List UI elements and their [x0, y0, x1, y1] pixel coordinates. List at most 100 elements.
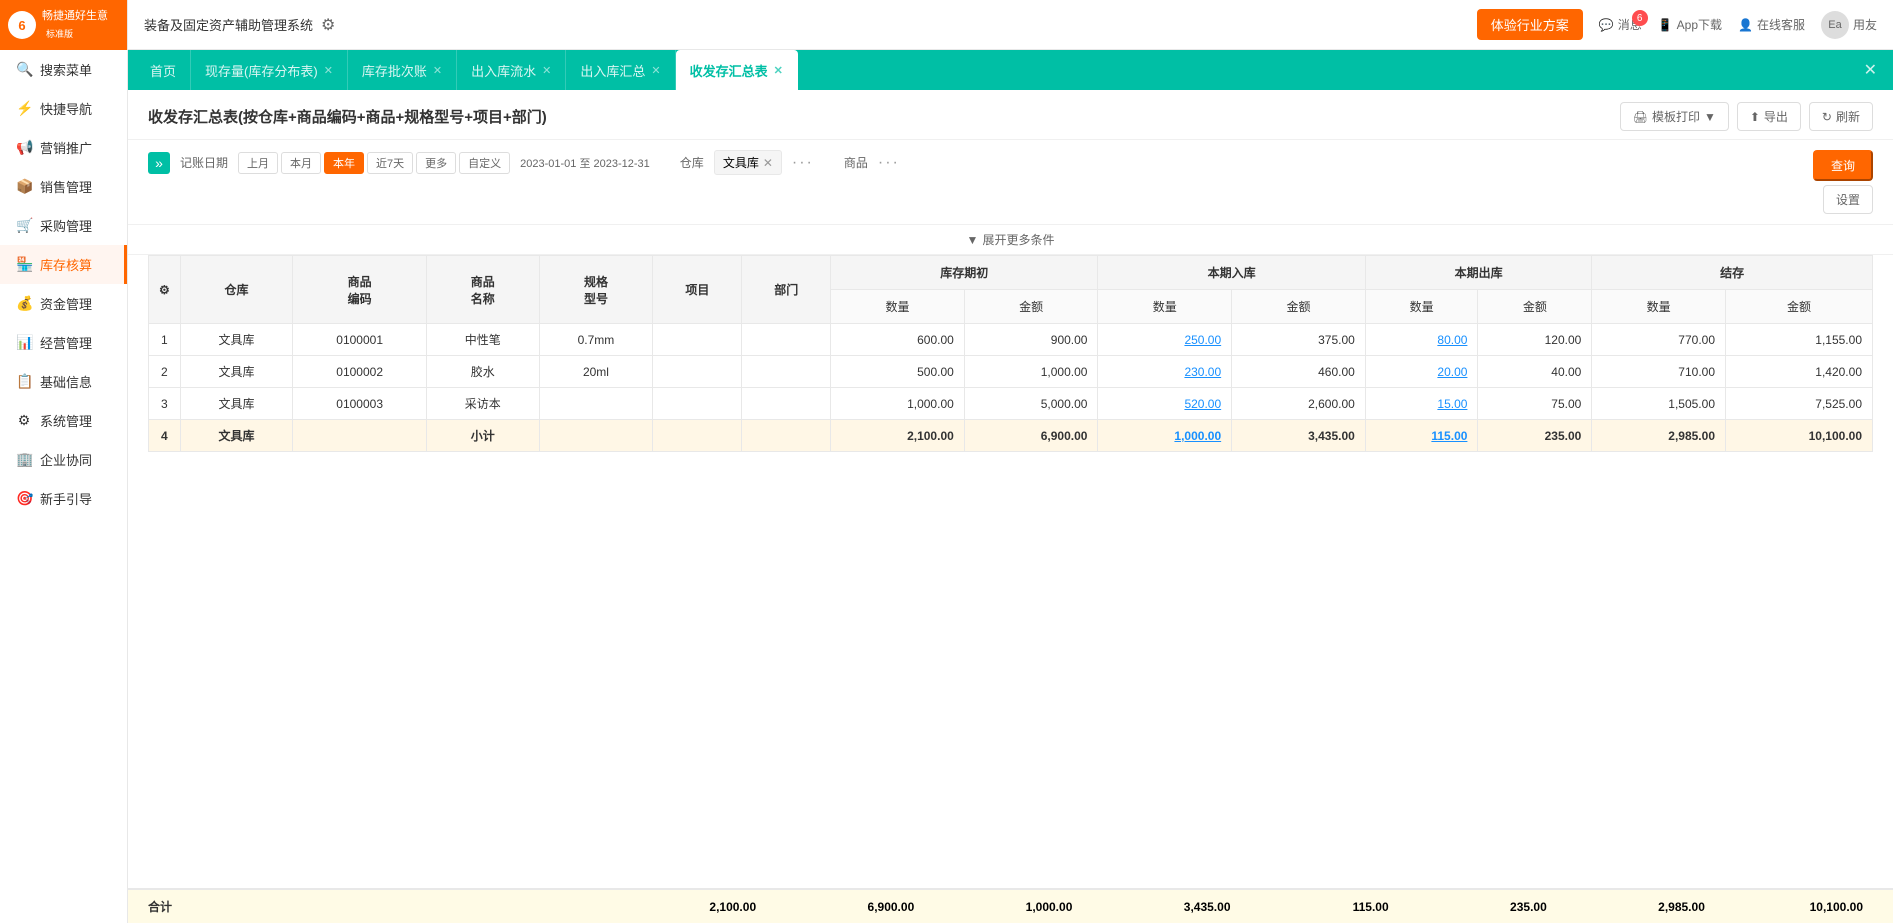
row-spec — [539, 420, 653, 452]
query-button[interactable]: 查询 — [1813, 150, 1873, 181]
main-content: 装备及固定资产辅助管理系统 ⚙ 体验行业方案 💬 消息 6 📱 App下载 👤 … — [128, 0, 1893, 923]
in-amt-header: 金额 — [1232, 290, 1366, 324]
sidebar-item-search[interactable]: 🔍搜索菜单 — [0, 50, 127, 89]
dept-col-header: 部门 — [742, 256, 831, 324]
print-icon: 🖨 — [1633, 110, 1648, 124]
sidebar-item-corp[interactable]: 🏢企业协同 — [0, 440, 127, 479]
purchase-icon: 🛒 — [16, 217, 32, 234]
row-out-qty[interactable]: 15.00 — [1365, 388, 1478, 420]
row-in-qty[interactable]: 520.00 — [1098, 388, 1232, 420]
row-bal-qty: 770.00 — [1592, 324, 1726, 356]
sidebar-item-basic-info[interactable]: 📋基础信息 — [0, 362, 127, 401]
row-project — [653, 324, 742, 356]
print-button[interactable]: 🖨 模板打印 ▼ — [1620, 102, 1729, 131]
tab-in_out_flow[interactable]: 出入库流水 ✕ — [457, 50, 566, 90]
sidebar-item-sales[interactable]: 📦销售管理 — [0, 167, 127, 206]
sidebar-item-system[interactable]: ⚙系统管理 — [0, 401, 127, 440]
warehouse-filter-more[interactable]: ··· — [792, 154, 814, 172]
tab-batch[interactable]: 库存批次账 ✕ — [348, 50, 457, 90]
tab-home[interactable]: 首页 — [136, 50, 191, 90]
last-7days-btn[interactable]: 近7天 — [367, 152, 413, 174]
row-out-qty: 115.00 — [1365, 420, 1478, 452]
tab-bar-close-btn[interactable]: ✕ — [1856, 56, 1885, 84]
last-month-btn[interactable]: 上月 — [238, 152, 278, 174]
goods-code-col-header: 商品编码 — [293, 256, 427, 324]
sidebar-item-quick-nav[interactable]: ⚡快捷导航 — [0, 89, 127, 128]
settings-col-header[interactable]: ⚙ — [149, 256, 181, 324]
corp-icon: 🏢 — [16, 451, 32, 468]
row-in-qty[interactable]: 250.00 — [1098, 324, 1232, 356]
row-code — [293, 420, 427, 452]
sidebar-item-marketing[interactable]: 📢营销推广 — [0, 128, 127, 167]
current-in-col-header: 本期入库 — [1098, 256, 1365, 290]
row-project — [653, 388, 742, 420]
data-table: ⚙ 仓库 商品编码 商品名称 规格型号 项目 部门 库存期初 本期入库 本期出库… — [148, 255, 1873, 452]
out-qty-header: 数量 — [1365, 290, 1478, 324]
tab-close-in_out_summary[interactable]: ✕ — [651, 64, 660, 77]
custom-date-btn[interactable]: 自定义 — [459, 152, 510, 174]
row-code: 0100002 — [293, 356, 427, 388]
chevron-down-icon: ▼ — [1704, 110, 1716, 124]
page-title-bar: 收发存汇总表(按仓库+商品编码+商品+规格型号+项目+部门) 🖨 模板打印 ▼ … — [128, 90, 1893, 140]
row-dept — [742, 356, 831, 388]
tab-close-stock_dist[interactable]: ✕ — [324, 64, 333, 77]
tab-recv_send_summary[interactable]: 收发存汇总表 ✕ — [676, 50, 798, 90]
online-service-label: 在线客服 — [1757, 16, 1805, 33]
trial-button[interactable]: 体验行业方案 — [1477, 9, 1583, 40]
row-out-amt: 40.00 — [1478, 356, 1592, 388]
row-warehouse: 文具库 — [180, 324, 293, 356]
row-spec — [539, 388, 653, 420]
goods-filter-more[interactable]: ··· — [878, 154, 900, 172]
tab-close-batch[interactable]: ✕ — [433, 64, 442, 77]
total-bal-qty: 2,985.00 — [1557, 900, 1715, 914]
row-in-qty: 1,000.00 — [1098, 420, 1232, 452]
tab-in_out_summary[interactable]: 出入库汇总 ✕ — [566, 50, 675, 90]
export-icon: ⬆ — [1750, 110, 1760, 124]
basic-info-icon: 📋 — [16, 373, 32, 390]
gear-button[interactable]: ⚙ — [321, 15, 335, 35]
app-download-item[interactable]: 📱 App下载 — [1658, 16, 1722, 33]
row-bal-qty: 2,985.00 — [1592, 420, 1726, 452]
export-button[interactable]: ⬆ 导出 — [1737, 102, 1801, 131]
sidebar-item-inventory[interactable]: 🏪库存核算 — [0, 245, 127, 284]
table-body: 1 文具库 0100001 中性笔 0.7mm 600.00 900.00 25… — [149, 324, 1873, 452]
message-count: 6 — [1632, 10, 1648, 26]
sidebar-item-purchase[interactable]: 🛒采购管理 — [0, 206, 127, 245]
total-out-qty: 115.00 — [1241, 900, 1399, 914]
filter-expand-icon[interactable]: » — [148, 152, 170, 174]
row-open-amt: 6,900.00 — [964, 420, 1098, 452]
row-name: 采访本 — [426, 388, 539, 420]
this-month-btn[interactable]: 本月 — [281, 152, 321, 174]
this-year-btn[interactable]: 本年 — [324, 152, 364, 174]
message-badge-item[interactable]: 💬 消息 6 — [1599, 16, 1642, 33]
expand-more-btn[interactable]: ▼ 展开更多条件 — [967, 231, 1055, 248]
row-out-qty[interactable]: 80.00 — [1365, 324, 1478, 356]
finance-icon: 💰 — [16, 295, 32, 312]
total-open-amt: 6,900.00 — [766, 900, 924, 914]
warehouse-label: 仓库 — [680, 154, 704, 171]
user-item[interactable]: Ea 用友 — [1821, 11, 1877, 39]
row-in-qty[interactable]: 230.00 — [1098, 356, 1232, 388]
row-bal-amt: 10,100.00 — [1726, 420, 1873, 452]
tab-close-recv_send_summary[interactable]: ✕ — [774, 64, 783, 77]
row-in-amt: 3,435.00 — [1232, 420, 1366, 452]
sidebar-item-guide[interactable]: 🎯新手引导 — [0, 479, 127, 518]
sidebar-item-operations[interactable]: 📊经营管理 — [0, 323, 127, 362]
app-download-label: App下载 — [1677, 16, 1722, 33]
row-dept — [742, 388, 831, 420]
warehouse-tag-remove[interactable]: ✕ — [763, 156, 773, 170]
row-open-amt: 1,000.00 — [964, 356, 1098, 388]
total-in-amt: 3,435.00 — [1082, 900, 1240, 914]
more-dates-btn[interactable]: 更多 — [416, 152, 456, 174]
settings-button[interactable]: 设置 — [1823, 185, 1873, 214]
sidebar-item-finance[interactable]: 💰资金管理 — [0, 284, 127, 323]
row-out-qty[interactable]: 20.00 — [1365, 356, 1478, 388]
message-icon: 💬 — [1599, 18, 1614, 32]
online-service-item[interactable]: 👤 在线客服 — [1738, 16, 1805, 33]
subtotal-row: 4 文具库 小计 2,100.00 6,900.00 1,000.00 3,43… — [149, 420, 1873, 452]
refresh-button[interactable]: ↻ 刷新 — [1809, 102, 1873, 131]
page-body: 收发存汇总表(按仓库+商品编码+商品+规格型号+项目+部门) 🖨 模板打印 ▼ … — [128, 90, 1893, 923]
tab-stock_dist[interactable]: 现存量(库存分布表) ✕ — [191, 50, 348, 90]
tab-close-in_out_flow[interactable]: ✕ — [542, 64, 551, 77]
quick-nav-icon: ⚡ — [16, 100, 32, 117]
